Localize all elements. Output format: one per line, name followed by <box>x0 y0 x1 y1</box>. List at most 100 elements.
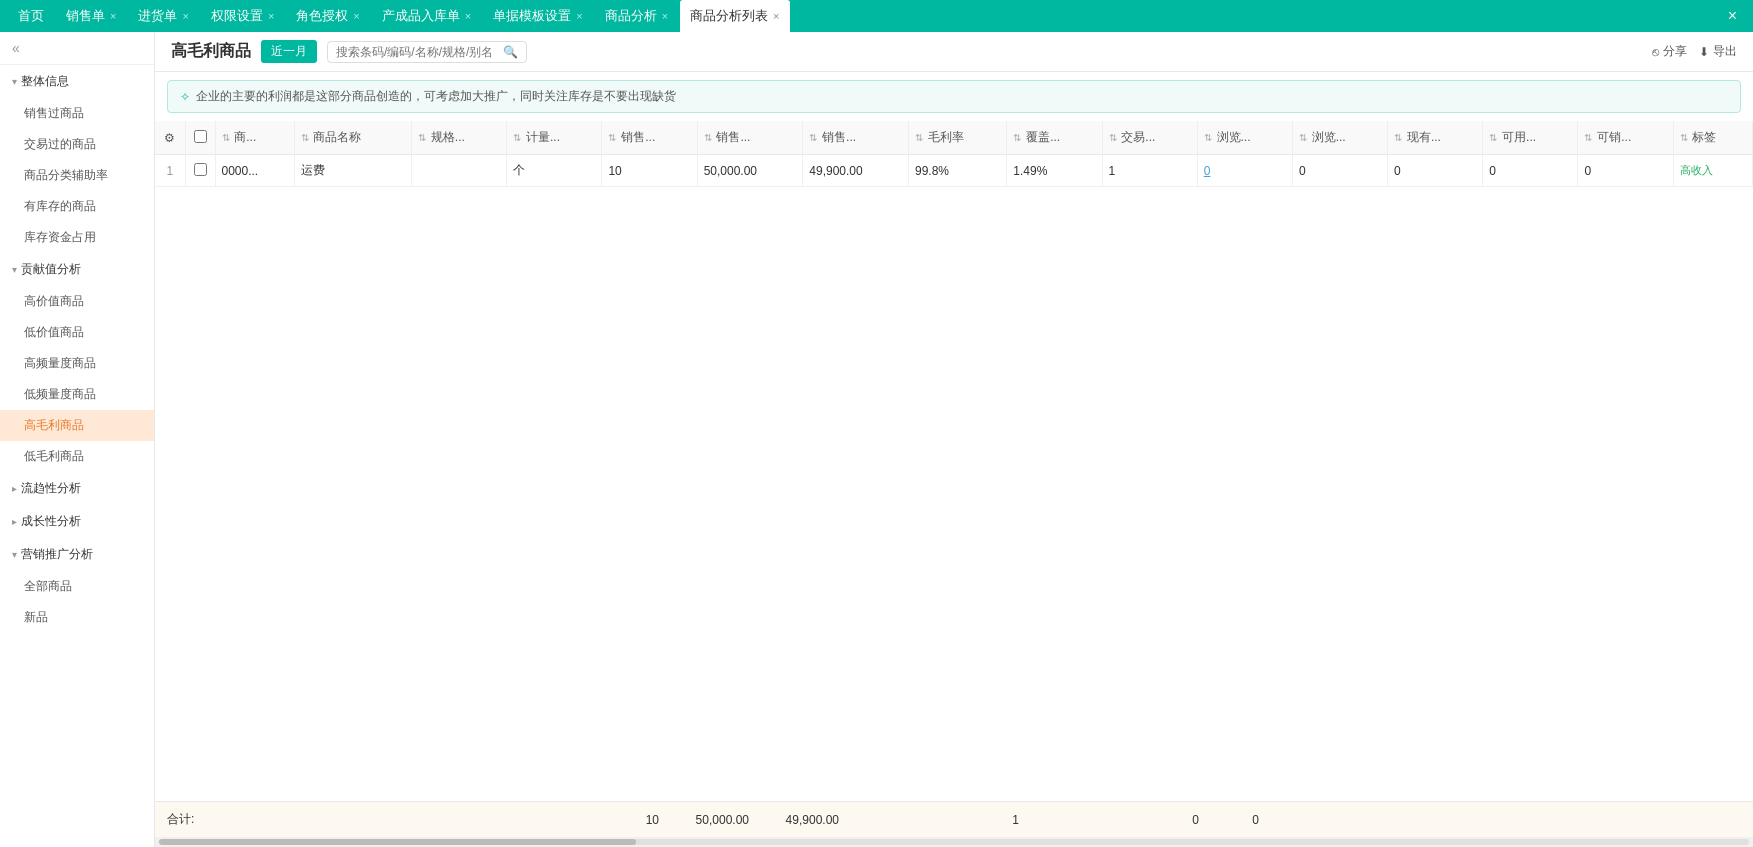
col-header-check[interactable] <box>185 121 215 155</box>
nav-item-analysis[interactable]: 商品分析× <box>595 0 678 32</box>
export-button[interactable]: ⬇ 导出 <box>1699 43 1737 60</box>
nav-item-template[interactable]: 单据模板设置× <box>483 0 592 32</box>
cell-value: 运费 <box>294 155 411 187</box>
sort-icon-browse2[interactable]: ⇅ <box>1299 132 1310 143</box>
col-label-unit: 计量... <box>526 130 560 144</box>
col-header-name: ⇅ 商品名称 <box>294 121 411 155</box>
sidebar-item-high-freq[interactable]: 高频量度商品 <box>0 348 154 379</box>
sidebar-item-stocked-goods[interactable]: 有库存的商品 <box>0 191 154 222</box>
sort-icon-sales_qty[interactable]: ⇅ <box>608 132 619 143</box>
col-label-sales_qty: 销售... <box>621 130 655 144</box>
header-actions: ⎋ 分享 ⬇ 导出 <box>1652 43 1737 60</box>
cell-value: 99.8% <box>909 155 1007 187</box>
nav-close-analysis-list[interactable]: × <box>773 10 779 22</box>
nav-close-permissions[interactable]: × <box>268 10 274 22</box>
table-row: 10000...运费个1050,000.0049,900.0099.8%1.49… <box>155 155 1753 187</box>
info-text: 企业的主要的利润都是这部分商品创造的，可考虑加大推广，同时关注库存是不要出现缺货 <box>196 88 676 105</box>
nav-close-purchase[interactable]: × <box>182 10 188 22</box>
nav-close-roles[interactable]: × <box>353 10 359 22</box>
content-header: 高毛利商品 近一月 🔍 ⎋ 分享 ⬇ 导出 <box>155 32 1753 72</box>
nav-item-home[interactable]: 首页 <box>8 0 54 32</box>
horizontal-scrollbar[interactable] <box>155 837 1753 847</box>
sort-icon-coverage[interactable]: ⇅ <box>1013 132 1024 143</box>
sidebar-group-label: 贡献值分析 <box>21 261 81 278</box>
sidebar-group-overall[interactable]: ▾整体信息 <box>0 65 154 98</box>
col-label-code: 商... <box>234 130 256 144</box>
sidebar-item-new-goods[interactable]: 新品 <box>0 602 154 633</box>
chevron-icon: ▾ <box>12 76 17 87</box>
row-checkbox[interactable] <box>194 163 207 176</box>
sidebar-item-sales-goods[interactable]: 销售过商品 <box>0 98 154 129</box>
col-header-stock_avail: ⇅ 可用... <box>1483 121 1578 155</box>
data-table: ⚙⇅ 商...⇅ 商品名称⇅ 规格...⇅ 计量...⇅ 销售...⇅ 销售..… <box>155 121 1753 187</box>
col-header-settings[interactable]: ⚙ <box>155 121 185 155</box>
settings-icon[interactable]: ⚙ <box>164 131 175 145</box>
footer-cell-value: 49,900.00 <box>755 813 845 827</box>
sidebar-item-all-goods[interactable]: 全部商品 <box>0 571 154 602</box>
nav-item-products[interactable]: 产成品入库单× <box>372 0 481 32</box>
browse-link[interactable]: 0 <box>1204 164 1211 178</box>
info-bar: ✧ 企业的主要的利润都是这部分商品创造的，可考虑加大推广，同时关注库存是不要出现… <box>167 80 1741 113</box>
col-header-stock_sell: ⇅ 可销... <box>1578 121 1673 155</box>
col-label-margin_rate: 毛利率 <box>928 130 964 144</box>
col-header-stock_cur: ⇅ 现有... <box>1388 121 1483 155</box>
footer-cell-value: 10 <box>605 813 665 827</box>
sidebar-group-marketing[interactable]: ▾营销推广分析 <box>0 538 154 571</box>
sort-icon-margin_rate[interactable]: ⇅ <box>915 132 926 143</box>
sidebar-group-contribution[interactable]: ▾ 贡献值分析 <box>0 253 154 286</box>
tag-badge: 高收入 <box>1680 164 1713 176</box>
time-filter-button[interactable]: 近一月 <box>261 40 317 63</box>
data-table-wrapper: ⚙⇅ 商...⇅ 商品名称⇅ 规格...⇅ 计量...⇅ 销售...⇅ 销售..… <box>155 121 1753 801</box>
app-close-button[interactable]: × <box>1720 7 1745 25</box>
nav-item-purchase[interactable]: 进货单× <box>128 0 198 32</box>
sidebar-item-high-margin[interactable]: 高毛利商品 <box>0 410 154 441</box>
sidebar-group-growth[interactable]: ▸成长性分析 <box>0 505 154 538</box>
cell-value: 0 <box>1578 155 1673 187</box>
search-icon[interactable]: 🔍 <box>503 45 518 59</box>
nav-close-products[interactable]: × <box>465 10 471 22</box>
col-label-tag: 标签 <box>1692 130 1716 144</box>
sort-icon-spec[interactable]: ⇅ <box>418 132 429 143</box>
cell-value: 个 <box>507 155 602 187</box>
nav-item-roles[interactable]: 角色授权× <box>286 0 369 32</box>
sidebar-item-assist-rate[interactable]: 商品分类辅助率 <box>0 160 154 191</box>
col-label-coverage: 覆盖... <box>1026 130 1060 144</box>
nav-item-sales[interactable]: 销售单× <box>56 0 126 32</box>
sidebar-item-fund-occupy[interactable]: 库存资金占用 <box>0 222 154 253</box>
sort-icon-name[interactable]: ⇅ <box>301 132 312 143</box>
cell-value: 0 <box>1292 155 1387 187</box>
sort-icon-sales_profit[interactable]: ⇅ <box>809 132 820 143</box>
sort-icon-unit[interactable]: ⇅ <box>513 132 524 143</box>
sidebar-item-high-value[interactable]: 高价值商品 <box>0 286 154 317</box>
sidebar-item-low-value[interactable]: 低价值商品 <box>0 317 154 348</box>
nav-close-sales[interactable]: × <box>110 10 116 22</box>
nav-close-template[interactable]: × <box>576 10 582 22</box>
search-input[interactable] <box>336 45 503 59</box>
sort-icon-sales_amount[interactable]: ⇅ <box>704 132 715 143</box>
nav-close-analysis[interactable]: × <box>662 10 668 22</box>
share-button[interactable]: ⎋ 分享 <box>1652 43 1687 60</box>
nav-item-permissions[interactable]: 权限设置× <box>201 0 284 32</box>
sort-icon-tag[interactable]: ⇅ <box>1680 132 1691 143</box>
sort-icon-code[interactable]: ⇅ <box>222 132 233 143</box>
footer-cell-value: 50,000.00 <box>665 813 755 827</box>
chevron-icon: ▾ <box>12 264 17 275</box>
col-header-coverage: ⇅ 覆盖... <box>1007 121 1102 155</box>
sort-icon-transaction[interactable]: ⇅ <box>1109 132 1120 143</box>
select-all-checkbox[interactable] <box>194 130 207 143</box>
content-area: 高毛利商品 近一月 🔍 ⎋ 分享 ⬇ 导出 <box>155 32 1753 847</box>
sidebar-item-low-margin[interactable]: 低毛利商品 <box>0 441 154 472</box>
sort-icon-stock_cur[interactable]: ⇅ <box>1394 132 1405 143</box>
cell-value: 1.49% <box>1007 155 1102 187</box>
sidebar-item-traded-goods[interactable]: 交易过的商品 <box>0 129 154 160</box>
sort-icon-browse1[interactable]: ⇅ <box>1204 132 1215 143</box>
nav-item-analysis-list[interactable]: 商品分析列表× <box>680 0 789 32</box>
col-header-transaction: ⇅ 交易... <box>1102 121 1197 155</box>
sidebar-item-low-freq[interactable]: 低频量度商品 <box>0 379 154 410</box>
sort-icon-stock_avail[interactable]: ⇅ <box>1489 132 1500 143</box>
sidebar: « ▾整体信息销售过商品交易过的商品商品分类辅助率有库存的商品库存资金占用 ▾ 贡献… <box>0 32 155 847</box>
cell-value: 0 <box>1388 155 1483 187</box>
sidebar-collapse-btn[interactable]: « <box>8 38 24 58</box>
sort-icon-stock_sell[interactable]: ⇅ <box>1584 132 1595 143</box>
sidebar-group-trend[interactable]: ▸流趋性分析 <box>0 472 154 505</box>
